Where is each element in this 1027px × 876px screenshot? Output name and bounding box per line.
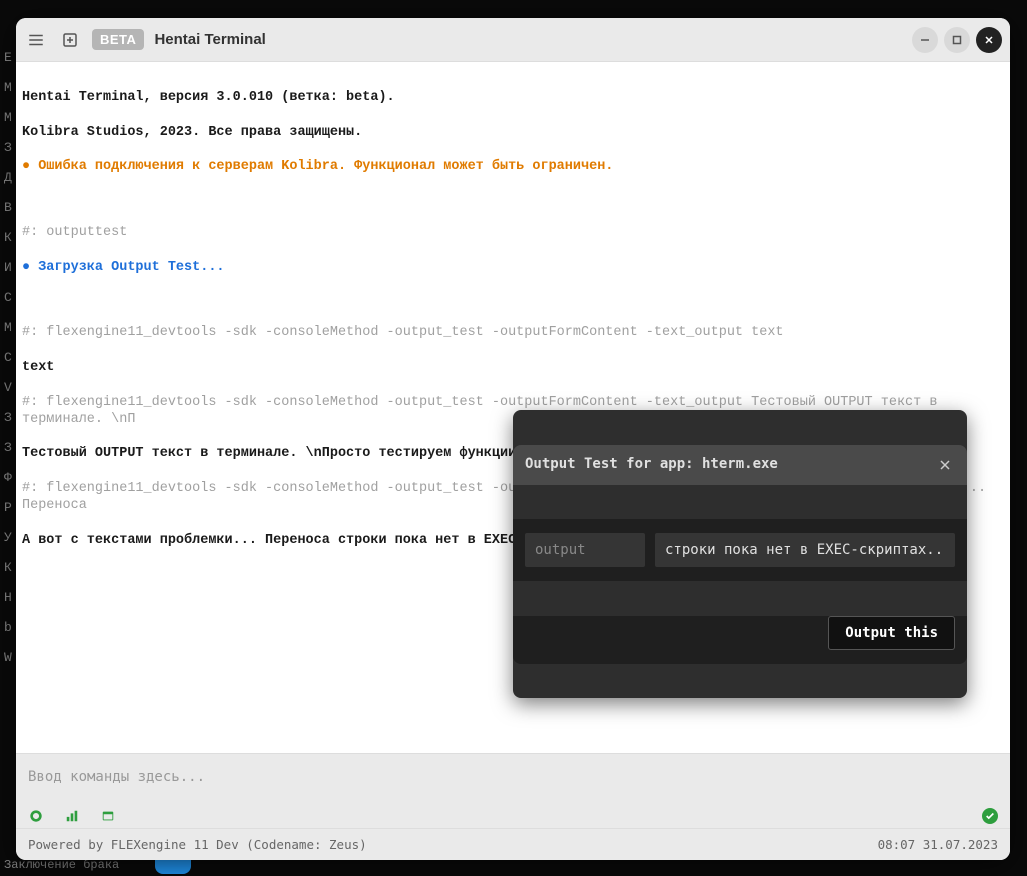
dialog-output-type-input[interactable]	[525, 533, 645, 567]
close-icon	[983, 34, 995, 46]
titlebar: BETA Hentai Terminal	[16, 18, 1010, 62]
terminal-line: text	[22, 359, 1004, 376]
terminal-line: Hentai Terminal, версия 3.0.010 (ветка: …	[22, 89, 1004, 106]
new-tab-button[interactable]	[58, 28, 82, 52]
terminal-info-line: ● Загрузка Output Test...	[22, 259, 1004, 276]
terminal-line: Kolibra Studios, 2023. Все права защищен…	[22, 124, 1004, 141]
footer-engine-label: Powered by FLEXengine 11 Dev (Codename: …	[28, 837, 367, 852]
app-title: Hentai Terminal	[154, 31, 265, 48]
status-indicator-1[interactable]	[28, 808, 44, 824]
status-bar	[16, 800, 1010, 828]
terminal-output: Hentai Terminal, версия 3.0.010 (ветка: …	[16, 62, 1010, 753]
terminal-prompt-line: #: flexengine11_devtools -sdk -consoleMe…	[22, 324, 1004, 341]
status-indicator-3[interactable]	[100, 808, 116, 824]
minimize-button[interactable]	[912, 27, 938, 53]
window-icon	[101, 809, 115, 823]
hamburger-icon	[27, 31, 45, 49]
output-test-dialog: Output Test for app: hterm.exe Output th…	[513, 410, 967, 698]
beta-badge: BETA	[92, 29, 144, 50]
output-this-button[interactable]: Output this	[828, 616, 955, 650]
status-ok-indicator	[982, 808, 998, 824]
dialog-text-input[interactable]	[655, 533, 955, 567]
dialog-titlebar: Output Test for app: hterm.exe	[513, 445, 967, 485]
terminal-window: BETA Hentai Terminal Hentai Terminal, ве…	[16, 18, 1010, 860]
plus-square-icon	[61, 31, 79, 49]
command-input[interactable]	[28, 769, 998, 785]
menu-button[interactable]	[24, 28, 48, 52]
close-button[interactable]	[976, 27, 1002, 53]
footer: Powered by FLEXengine 11 Dev (Codename: …	[16, 828, 1010, 860]
circle-icon	[29, 809, 43, 823]
close-icon	[939, 459, 951, 471]
terminal-error-line: ● Ошибка подключения к серверам Kolibra.…	[22, 158, 1004, 175]
check-icon	[985, 811, 995, 821]
dialog-close-button[interactable]	[935, 455, 955, 475]
footer-datetime: 08:07 31.07.2023	[878, 837, 998, 852]
maximize-button[interactable]	[944, 27, 970, 53]
status-indicator-2[interactable]	[64, 808, 80, 824]
dialog-title: Output Test for app: hterm.exe	[525, 456, 778, 474]
maximize-icon	[951, 34, 963, 46]
bars-icon	[65, 809, 79, 823]
minimize-icon	[919, 34, 931, 46]
terminal-prompt-line: #: outputtest	[22, 224, 1004, 241]
command-input-area	[16, 753, 1010, 800]
